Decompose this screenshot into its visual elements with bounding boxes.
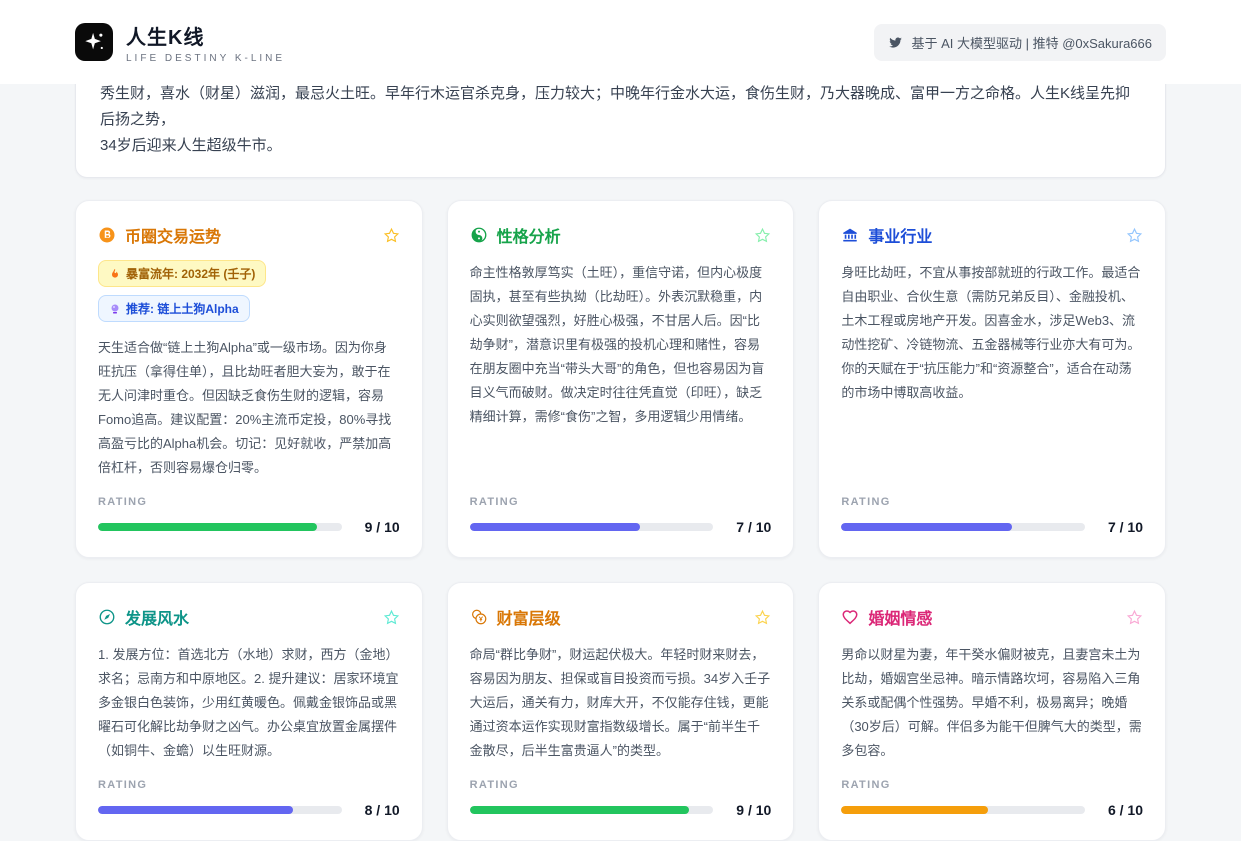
star-icon[interactable]: [383, 609, 400, 626]
star-icon[interactable]: [1126, 227, 1143, 244]
logo: [75, 23, 113, 61]
compass-icon: [98, 608, 116, 626]
card-body-text: 天生适合做“链上土狗Alpha”或一级市场。因为你身旺抗压（拿得住单），且比劫旺…: [98, 336, 400, 480]
rating-bar-fill: [841, 806, 987, 814]
bitcoin-icon: [98, 226, 116, 244]
rating-label: RATING: [470, 496, 772, 508]
summary-line-2: 34岁后迎来人生超级牛市。: [100, 137, 282, 154]
rating-bar-track: [470, 806, 714, 814]
card-personality: 性格分析 命主性格敦厚笃实（土旺），重信守诺，但内心极度固执，甚至有些执拗（比劫…: [447, 200, 795, 558]
recommend-badge-label: 推荐: 链上土狗Alpha: [126, 300, 239, 317]
card-marriage: 婚姻情感 男命以财星为妻，年干癸水偏财被克，且妻宫未土为比劫，婚姻宫坐忌神。暗示…: [818, 582, 1166, 841]
wealth-year-badge: 暴富流年: 2032年 (壬子): [98, 260, 266, 287]
rating-score: 9 / 10: [356, 519, 400, 535]
rating-score: 9 / 10: [727, 802, 771, 818]
card-wealth: 财富层级 命局“群比争财”，财运起伏极大。年轻时财来财去，容易因为朋友、担保或盲…: [447, 582, 795, 841]
rating-label: RATING: [98, 496, 400, 508]
rating-bar-fill: [98, 523, 317, 531]
card-career: 事业行业 身旺比劫旺，不宜从事按部就班的行政工作。最适合自由职业、合伙生意（需防…: [818, 200, 1166, 558]
rating-score: 7 / 10: [1099, 519, 1143, 535]
heart-icon: [841, 608, 859, 626]
card-crypto: 币圈交易运势 暴富流年: 2032年 (壬子) 推荐: 链上土狗Alpha 天生…: [75, 200, 423, 558]
badge-row: 暴富流年: 2032年 (壬子) 推荐: 链上土狗Alpha: [98, 260, 400, 322]
card-grid: 币圈交易运势 暴富流年: 2032年 (壬子) 推荐: 链上土狗Alpha 天生…: [75, 200, 1166, 841]
brand: 人生K线 LIFE DESTINY K-LINE: [75, 21, 285, 64]
card-body-text: 男命以财星为妻，年干癸水偏财被克，且妻宫未土为比劫，婚姻宫坐忌神。暗示情路坎坷，…: [841, 643, 1143, 763]
app-subtitle: LIFE DESTINY K-LINE: [126, 53, 285, 64]
rating-bar-fill: [470, 806, 689, 814]
rating-bar-fill: [470, 523, 641, 531]
rating-section: RATING 9 / 10: [98, 496, 400, 535]
card-title: 财富层级: [497, 605, 746, 629]
bank-icon: [841, 226, 859, 244]
card-body-text: 1. 发展方位：首选北方（水地）求财，西方（金地）求名；忌南方和中原地区。2. …: [98, 643, 400, 763]
rating-section: RATING 6 / 10: [841, 779, 1143, 818]
rating-bar-track: [841, 523, 1085, 531]
coins-icon: [470, 608, 488, 626]
rating-bar-track: [98, 523, 342, 531]
sparkle-logo-icon: [83, 31, 105, 53]
fire-icon: [109, 268, 121, 280]
card-body-text: 命局“群比争财”，财运起伏极大。年轻时财来财去，容易因为朋友、担保或盲目投资而亏…: [470, 643, 772, 763]
card-title: 币圈交易运势: [125, 223, 374, 247]
rating-label: RATING: [841, 779, 1143, 791]
card-title: 性格分析: [497, 223, 746, 247]
rating-label: RATING: [470, 779, 772, 791]
recommend-badge: 推荐: 链上土狗Alpha: [98, 295, 250, 322]
card-title: 婚姻情感: [868, 605, 1117, 629]
rating-bar-track: [98, 806, 342, 814]
star-icon[interactable]: [1126, 609, 1143, 626]
card-body-text: 身旺比劫旺，不宜从事按部就班的行政工作。最适合自由职业、合伙生意（需防兄弟反目）…: [841, 261, 1143, 405]
rating-section: RATING 8 / 10: [98, 779, 400, 818]
rating-bar-track: [470, 523, 714, 531]
twitter-badge[interactable]: 基于 AI 大模型驱动 | 推特 @0xSakura666: [874, 24, 1166, 61]
wealth-year-badge-label: 暴富流年: 2032年 (壬子): [126, 265, 255, 282]
rating-score: 6 / 10: [1099, 802, 1143, 818]
rating-section: RATING 9 / 10: [470, 779, 772, 818]
main-content: 秀生财，喜水（财星）滋润，最忌火土旺。早年行木运官杀克身，压力较大；中晚年行金水…: [75, 40, 1166, 841]
rating-label: RATING: [98, 779, 400, 791]
star-icon[interactable]: [383, 227, 400, 244]
twitter-badge-label: 基于 AI 大模型驱动 | 推特 @0xSakura666: [911, 33, 1152, 52]
rating-section: RATING 7 / 10: [841, 496, 1143, 535]
card-body-text: 命主性格敦厚笃实（土旺），重信守诺，但内心极度固执，甚至有些执拗（比劫旺）。外表…: [470, 261, 772, 429]
twitter-bird-icon: [888, 35, 903, 50]
rating-label: RATING: [841, 496, 1143, 508]
card-title: 事业行业: [868, 223, 1117, 247]
rating-score: 7 / 10: [727, 519, 771, 535]
yin-yang-icon: [470, 226, 488, 244]
brand-text: 人生K线 LIFE DESTINY K-LINE: [126, 21, 285, 64]
card-fengshui: 发展风水 1. 发展方位：首选北方（水地）求财，西方（金地）求名；忌南方和中原地…: [75, 582, 423, 841]
card-title: 发展风水: [125, 605, 374, 629]
summary-line-1: 秀生财，喜水（财星）滋润，最忌火土旺。早年行木运官杀克身，压力较大；中晚年行金水…: [100, 85, 1130, 128]
rating-bar-fill: [841, 523, 1012, 531]
summary-text: 秀生财，喜水（财星）滋润，最忌火土旺。早年行木运官杀克身，压力较大；中晚年行金水…: [100, 81, 1141, 159]
header: 人生K线 LIFE DESTINY K-LINE 基于 AI 大模型驱动 | 推…: [0, 0, 1241, 84]
rating-bar-fill: [98, 806, 293, 814]
crystal-ball-icon: [109, 303, 121, 315]
rating-score: 8 / 10: [356, 802, 400, 818]
rating-section: RATING 7 / 10: [470, 496, 772, 535]
star-icon[interactable]: [754, 227, 771, 244]
app-title: 人生K线: [126, 21, 285, 50]
rating-bar-track: [841, 806, 1085, 814]
star-icon[interactable]: [754, 609, 771, 626]
